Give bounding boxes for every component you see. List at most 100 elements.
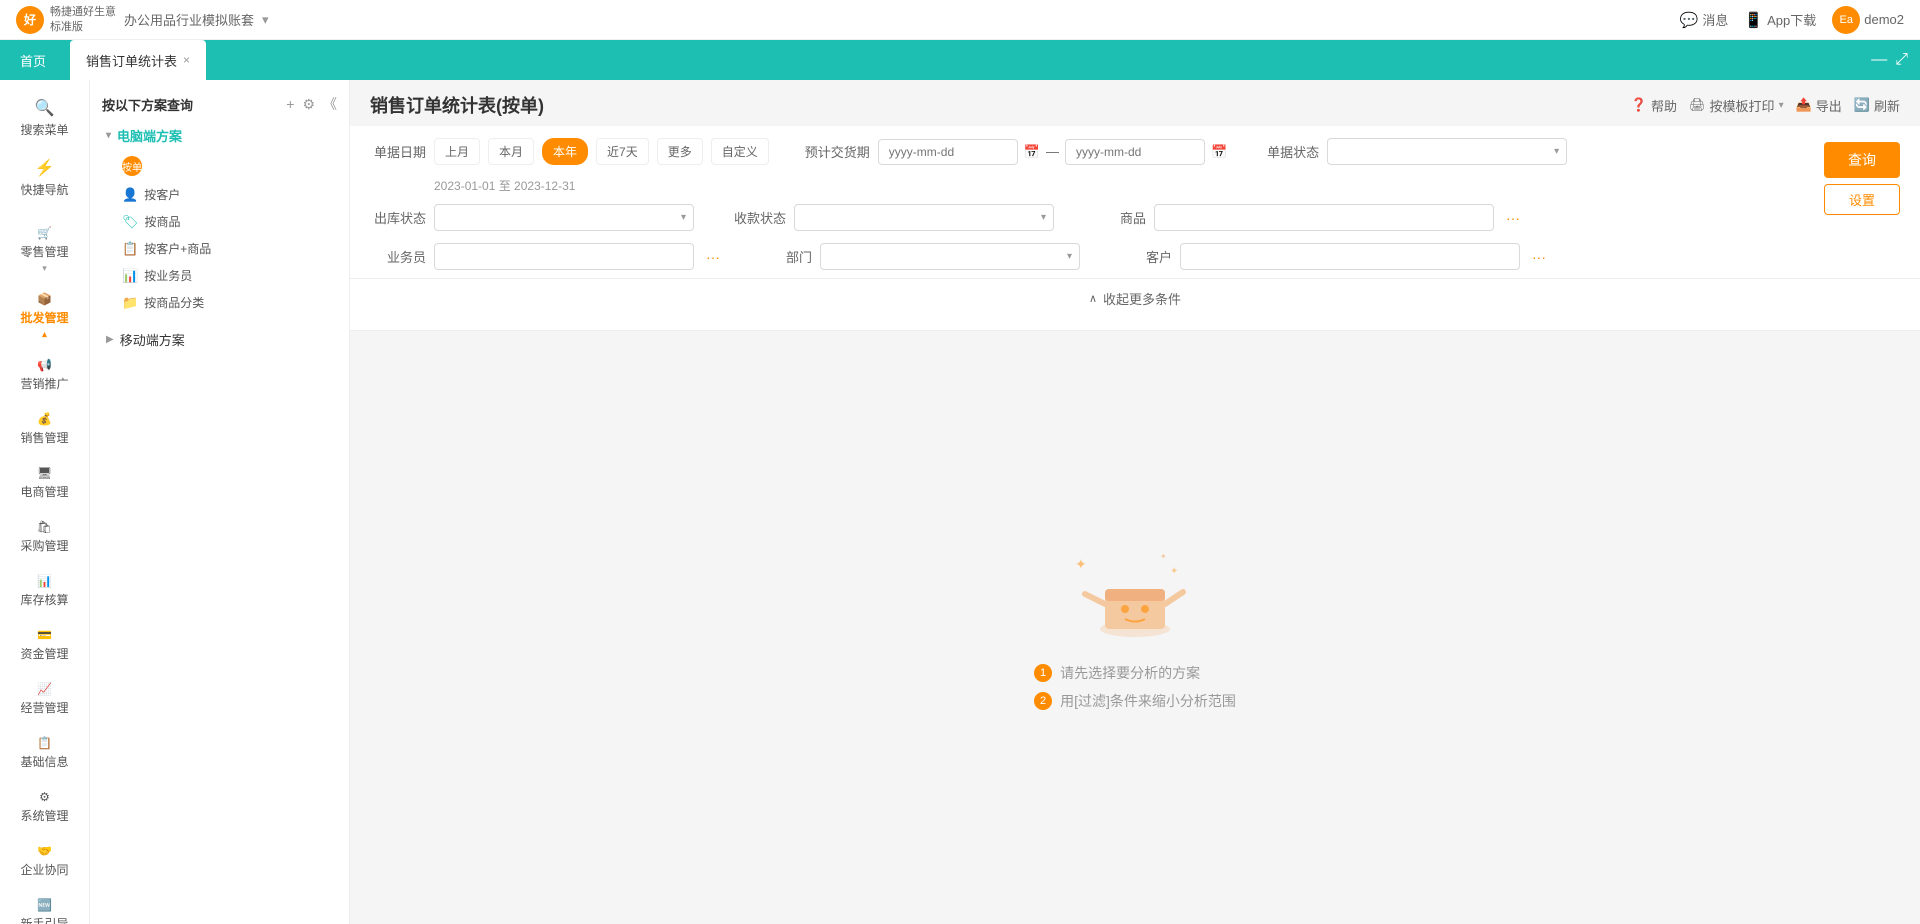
sidebar-item-ops[interactable]: 📈 经营管理 [0, 672, 89, 726]
left-panel-title: 按以下方案查询 [102, 95, 193, 114]
expected-date-from[interactable] [878, 139, 1018, 165]
customer-more-btn[interactable]: ··· [1532, 249, 1546, 265]
empty-hint-2: 2 用[过滤]条件来缩小分析范围 [1034, 691, 1236, 711]
app-title: 办公用品行业模拟账套 [124, 10, 254, 29]
dropdown-icon[interactable]: ▾ [262, 12, 269, 28]
tab-maximize-btn[interactable]: ⤢ [1895, 51, 1908, 69]
department-select[interactable] [820, 243, 1080, 270]
export-btn[interactable]: 📤 导出 [1796, 96, 1842, 115]
tree-section-desktop[interactable]: ▾ 电脑端方案 [90, 120, 349, 151]
collapse-bar[interactable]: ∧ 收起更多条件 [370, 279, 1900, 318]
settings-button[interactable]: 设置 [1824, 184, 1900, 215]
page-title: 销售订单统计表(按单) [370, 92, 544, 118]
goods-more-btn[interactable]: ··· [1506, 210, 1520, 226]
more-btn[interactable]: 更多 [657, 138, 703, 165]
bill-status-select-wrapper: ▾ [1327, 138, 1567, 165]
customer-input[interactable] [1180, 243, 1520, 270]
filter-customer: 客户 ··· [1116, 243, 1546, 270]
tree-item-by-goods[interactable]: 🏷 按商品 [90, 208, 349, 235]
tab-home[interactable]: 首页 [0, 40, 66, 80]
sidebar-item-enterprise[interactable]: 🤝 企业协同 [0, 834, 89, 888]
tree-item-by-salesman[interactable]: 📊 按业务员 [90, 262, 349, 289]
logo-icon: 好 [16, 6, 44, 34]
tab-minimize-btn[interactable]: — [1871, 51, 1887, 69]
sidebar-item-wholesale[interactable]: 📦 批发管理 ▴ [0, 284, 89, 348]
ecommerce-icon: 🖥 [37, 466, 52, 480]
message-icon: 💬 [1680, 11, 1699, 29]
expected-date-to[interactable] [1065, 139, 1205, 165]
ship-status-select[interactable] [434, 204, 694, 231]
goods-input[interactable] [1154, 204, 1494, 231]
help-btn[interactable]: ❓ 帮助 [1631, 96, 1677, 115]
filter-department: 部门 ▾ [756, 243, 1080, 270]
quick-nav-icon: ⚡ [35, 158, 55, 178]
calendar-icon-2[interactable]: 📅 [1211, 144, 1227, 160]
salesman-label: 业务员 [370, 247, 426, 266]
this-year-btn[interactable]: 本年 [542, 138, 588, 165]
settings-scheme-btn[interactable]: ⚙ [302, 96, 315, 113]
sidebar-item-inventory[interactable]: 📊 库存核算 [0, 564, 89, 618]
help-icon: ❓ [1631, 97, 1647, 113]
tab-close-icon[interactable]: × [183, 53, 190, 67]
sidebar-search[interactable]: 🔍 搜索菜单 [0, 88, 89, 148]
sidebar-item-sales[interactable]: 💰 销售管理 [0, 402, 89, 456]
expected-date-label: 预计交货期 [805, 142, 870, 161]
sidebar-item-retail[interactable]: 🛒 零售管理 ▾ [0, 216, 89, 284]
receive-status-select[interactable] [794, 204, 1054, 231]
system-icon: ⚙ [39, 790, 50, 804]
custom-btn[interactable]: 自定义 [711, 138, 769, 165]
sidebar-item-ecommerce[interactable]: 🖥 电商管理 [0, 456, 89, 510]
bill-status-select[interactable] [1327, 138, 1567, 165]
tab-active[interactable]: 销售订单统计表 × [70, 40, 206, 80]
top-bar-right: 💬 消息 📱 App下载 Ea demo2 [1680, 6, 1904, 34]
empty-hint-1: 1 请先选择要分析的方案 [1034, 663, 1236, 683]
filter-row-2: 出库状态 ▾ 收款状态 [370, 204, 1800, 231]
query-button[interactable]: 查询 [1824, 142, 1900, 178]
mobile-section-label: 移动端方案 [120, 330, 185, 349]
date-buttons: 上月 本月 本年 近7天 更多 自定义 [434, 138, 769, 165]
empty-hints: 1 请先选择要分析的方案 2 用[过滤]条件来缩小分析范围 [1034, 663, 1236, 711]
app-title-area: 办公用品行业模拟账套 ▾ [124, 10, 269, 29]
sales-icon: 💰 [37, 412, 52, 426]
seven-days-btn[interactable]: 近7天 [596, 138, 649, 165]
ship-status-label: 出库状态 [370, 208, 426, 227]
refresh-btn[interactable]: 🔄 刷新 [1854, 96, 1900, 115]
sidebar-quick-nav[interactable]: ⚡ 快捷导航 [0, 148, 89, 208]
sidebar-item-basic[interactable]: 📋 基础信息 [0, 726, 89, 780]
expand-icon: ▾ [106, 130, 111, 141]
top-bar-left: 好 畅捷通好生意 标准版 办公用品行业模拟账套 ▾ [16, 5, 269, 34]
sidebar-item-newbie[interactable]: 🆕 新手引导 [0, 888, 89, 924]
collapse-panel-btn[interactable]: 《 [323, 94, 337, 114]
export-icon: 📤 [1796, 97, 1812, 113]
tree-item-by-customer-goods[interactable]: 📋 按客户+商品 [90, 235, 349, 262]
prev-month-btn[interactable]: 上月 [434, 138, 480, 165]
calendar-icon-1[interactable]: 📅 [1024, 144, 1040, 160]
tree-item-by-customer[interactable]: 👤 按客户 [90, 181, 349, 208]
tree-item-by-order[interactable]: 按单 按单 [90, 151, 349, 181]
tree-item-by-category[interactable]: 📁 按商品分类 [90, 289, 349, 316]
print-template-btn[interactable]: 🖨 按模板打印 ▾ [1689, 96, 1784, 115]
print-icon: 🖨 [1689, 97, 1706, 113]
page-actions: ❓ 帮助 🖨 按模板打印 ▾ 📤 导出 🔄 [1631, 96, 1900, 115]
add-scheme-btn[interactable]: + [286, 96, 294, 112]
tree-section-mobile[interactable]: ▶ 移动端方案 [90, 324, 349, 355]
app-download-btn[interactable]: 📱 App下载 [1744, 10, 1816, 29]
salesman-more-btn[interactable]: ··· [706, 249, 720, 265]
sidebar-item-purchase[interactable]: 🛍 采购管理 [0, 510, 89, 564]
sidebar-item-finance[interactable]: 💳 资金管理 [0, 618, 89, 672]
by-customer-icon: 👤 [122, 187, 138, 203]
goods-label: 商品 [1090, 208, 1146, 227]
this-month-btn[interactable]: 本月 [488, 138, 534, 165]
salesman-input[interactable] [434, 243, 694, 270]
sidebar-item-system[interactable]: ⚙ 系统管理 [0, 780, 89, 834]
hint-text-1: 请先选择要分析的方案 [1060, 663, 1200, 683]
collapse-icon: ∧ [1089, 292, 1097, 305]
hint-num-2: 2 [1034, 692, 1052, 710]
sidebar-item-marketing[interactable]: 📢 营销推广 [0, 348, 89, 402]
tab-actions: — ⤢ [1871, 51, 1920, 69]
message-btn[interactable]: 💬 消息 [1680, 10, 1729, 29]
search-icon: 🔍 [35, 98, 55, 118]
user-area[interactable]: Ea demo2 [1832, 6, 1904, 34]
by-salesman-icon: 📊 [122, 268, 138, 284]
ship-status-select-wrapper: ▾ [434, 204, 694, 231]
